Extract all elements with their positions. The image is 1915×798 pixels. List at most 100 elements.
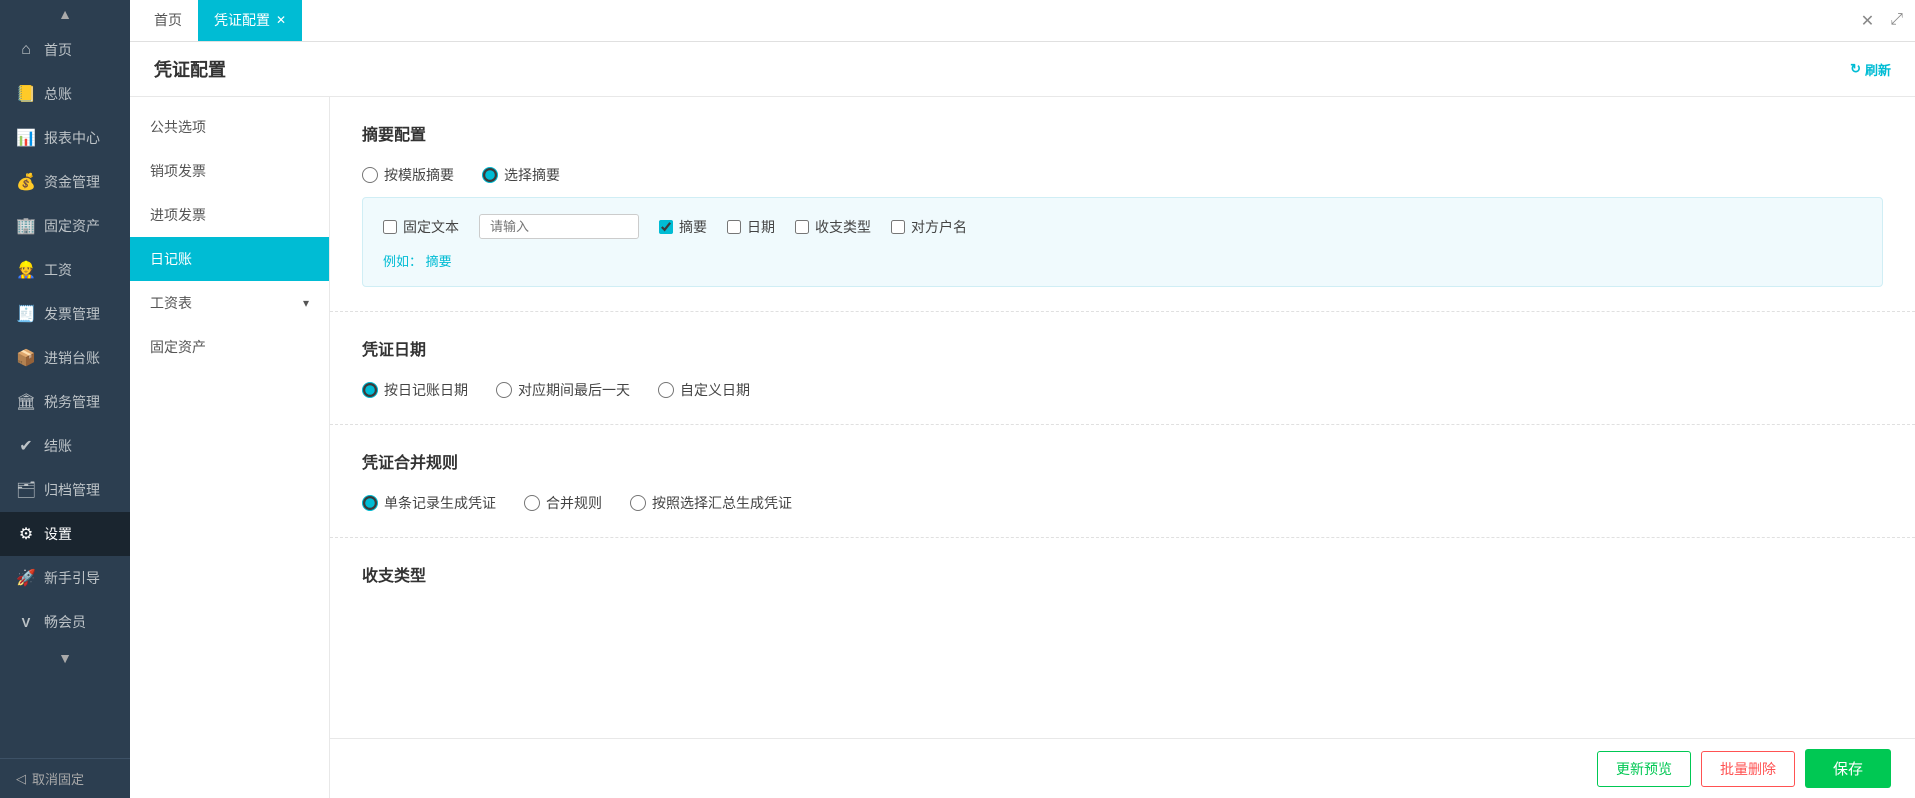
sidebar-item-funds[interactable]: 💰 资金管理 (0, 160, 130, 204)
main-area: 首页 凭证配置 ✕ ✕ ⤢ 凭证配置 ↻ 刷新 公共选项 销项发票 进 (130, 0, 1915, 798)
window-expand-icon[interactable]: ⤢ (1886, 7, 1907, 35)
abstract-radio-template-input[interactable] (362, 167, 378, 183)
bottom-bar: 更新预览 批量删除 保存 (330, 738, 1915, 798)
merge-radio-merge[interactable]: 合并规则 (524, 493, 602, 513)
section-income-type: 收支类型 (330, 538, 1915, 646)
checkbox-fixed-text[interactable]: 固定文本 (383, 217, 459, 237)
section-income-type-title: 收支类型 (362, 562, 1883, 586)
settings-icon: ⚙ (16, 524, 36, 544)
refresh-icon: ↻ (1850, 61, 1861, 77)
sidebar-item-label: 发票管理 (44, 304, 100, 324)
sidebar-item-guide[interactable]: 🚀 新手引导 (0, 556, 130, 600)
checkbox-fixed-text-label: 固定文本 (403, 217, 459, 237)
checkbox-counterparty[interactable]: 对方户名 (891, 217, 967, 237)
voucher-date-lastday-label: 对应期间最后一天 (518, 380, 630, 400)
checkbox-abstract[interactable]: 摘要 (659, 217, 707, 237)
merge-radio-merge-input[interactable] (524, 495, 540, 511)
sidebar-item-assets[interactable]: 🏢 固定资产 (0, 204, 130, 248)
left-nav-journal[interactable]: 日记账 (130, 237, 329, 281)
chevron-down-icon: ▾ (303, 296, 309, 310)
checkbox-date[interactable]: 日期 (727, 217, 775, 237)
sidebar-item-ledger[interactable]: 📒 总账 (0, 72, 130, 116)
sidebar-unpin-button[interactable]: ◁ 取消固定 (0, 758, 130, 798)
checkbox-date-input[interactable] (727, 220, 741, 234)
left-nav-fixed-assets[interactable]: 固定资产 (130, 325, 329, 369)
voucher-date-radio-lastday[interactable]: 对应期间最后一天 (496, 380, 630, 400)
sidebar-item-label: 新手引导 (44, 568, 100, 588)
sidebar-item-label: 工资 (44, 260, 72, 280)
voucher-date-radio-journal-input[interactable] (362, 382, 378, 398)
unpin-icon: ◁ (16, 771, 26, 787)
checkbox-income-type[interactable]: 收支类型 (795, 217, 871, 237)
voucher-date-radio-journal[interactable]: 按日记账日期 (362, 380, 468, 400)
update-preview-button[interactable]: 更新预览 (1597, 751, 1691, 787)
checkbox-counterparty-input[interactable] (891, 220, 905, 234)
sidebar-item-salary[interactable]: 👷 工资 (0, 248, 130, 292)
abstract-radio-select-input[interactable] (482, 167, 498, 183)
left-nav-public-label: 公共选项 (150, 117, 206, 137)
sidebar-item-invoices[interactable]: 🧾 发票管理 (0, 292, 130, 336)
section-voucher-date-title: 凭证日期 (362, 336, 1883, 360)
voucher-date-radio-lastday-input[interactable] (496, 382, 512, 398)
left-nav-sales-label: 销项发票 (150, 161, 206, 181)
sidebar-item-reports[interactable]: 📊 报表中心 (0, 116, 130, 160)
fixed-text-input[interactable] (479, 214, 639, 239)
left-nav-purchase-invoice[interactable]: 进项发票 (130, 193, 329, 237)
checkbox-income-type-input[interactable] (795, 220, 809, 234)
sidebar-item-archive[interactable]: 🗂 归档管理 (0, 468, 130, 512)
merge-radio-single-input[interactable] (362, 495, 378, 511)
sidebar-item-vip[interactable]: V 畅会员 (0, 600, 130, 644)
merge-radio-single[interactable]: 单条记录生成凭证 (362, 493, 496, 513)
page-header: 凭证配置 ↻ 刷新 (130, 42, 1915, 97)
section-merge-rules: 凭证合并规则 单条记录生成凭证 合并规则 按照选择汇总生成凭证 (330, 425, 1915, 538)
sidebar-item-tax[interactable]: 🏛 税务管理 (0, 380, 130, 424)
sidebar: ▲ ⌂ 首页 📒 总账 📊 报表中心 💰 资金管理 🏢 固定资产 👷 工资 🧾 … (0, 0, 130, 798)
refresh-button[interactable]: ↻ 刷新 (1850, 60, 1891, 79)
example-value: 摘要 (426, 254, 452, 269)
abstract-radio-select-label: 选择摘要 (504, 165, 560, 185)
tab-voucher-config[interactable]: 凭证配置 ✕ (198, 0, 302, 41)
invoices-icon: 🧾 (16, 304, 36, 324)
left-nav-payroll[interactable]: 工资表 ▾ (130, 281, 329, 325)
voucher-date-journal-label: 按日记账日期 (384, 380, 468, 400)
merge-radio-summary-input[interactable] (630, 495, 646, 511)
sidebar-item-inout[interactable]: 📦 进销台账 (0, 336, 130, 380)
checkbox-income-type-label: 收支类型 (815, 217, 871, 237)
merge-single-label: 单条记录生成凭证 (384, 493, 496, 513)
window-close-icon[interactable]: ✕ (1857, 7, 1878, 35)
tab-home-label: 首页 (154, 10, 182, 30)
sidebar-scroll-up[interactable]: ▲ (0, 0, 130, 28)
tab-close-icon[interactable]: ✕ (276, 13, 286, 27)
left-nav-public[interactable]: 公共选项 (130, 105, 329, 149)
voucher-date-radio-custom[interactable]: 自定义日期 (658, 380, 750, 400)
sidebar-item-checkout[interactable]: ✔ 结账 (0, 424, 130, 468)
left-nav-sales-invoice[interactable]: 销项发票 (130, 149, 329, 193)
voucher-date-radio-custom-input[interactable] (658, 382, 674, 398)
right-content: 摘要配置 按模版摘要 选择摘要 (330, 97, 1915, 738)
batch-delete-button[interactable]: 批量删除 (1701, 751, 1795, 787)
sidebar-item-label: 资金管理 (44, 172, 100, 192)
unpin-label: 取消固定 (32, 769, 84, 788)
sidebar-scroll-down[interactable]: ▼ (0, 644, 130, 672)
sidebar-item-label: 总账 (44, 84, 72, 104)
section-voucher-date: 凭证日期 按日记账日期 对应期间最后一天 自定义日期 (330, 312, 1915, 425)
abstract-radio-template[interactable]: 按模版摘要 (362, 165, 454, 185)
example-prefix: 例如： (383, 254, 422, 269)
tab-bar: 首页 凭证配置 ✕ ✕ ⤢ (130, 0, 1915, 42)
abstract-example: 例如： 摘要 (383, 251, 1862, 270)
checkbox-abstract-label: 摘要 (679, 217, 707, 237)
merge-radio-summary[interactable]: 按照选择汇总生成凭证 (630, 493, 792, 513)
section-abstract-title: 摘要配置 (362, 121, 1883, 145)
checkbox-fixed-text-input[interactable] (383, 220, 397, 234)
tab-home[interactable]: 首页 (138, 0, 198, 41)
abstract-radio-template-label: 按模版摘要 (384, 165, 454, 185)
home-icon: ⌂ (16, 41, 36, 59)
vip-icon: V (16, 615, 36, 630)
sidebar-item-home[interactable]: ⌂ 首页 (0, 28, 130, 72)
save-button[interactable]: 保存 (1805, 749, 1891, 788)
merge-rules-radio-group: 单条记录生成凭证 合并规则 按照选择汇总生成凭证 (362, 493, 1883, 513)
checkbox-counterparty-label: 对方户名 (911, 217, 967, 237)
sidebar-item-settings[interactable]: ⚙ 设置 (0, 512, 130, 556)
abstract-radio-select[interactable]: 选择摘要 (482, 165, 560, 185)
checkbox-abstract-input[interactable] (659, 220, 673, 234)
